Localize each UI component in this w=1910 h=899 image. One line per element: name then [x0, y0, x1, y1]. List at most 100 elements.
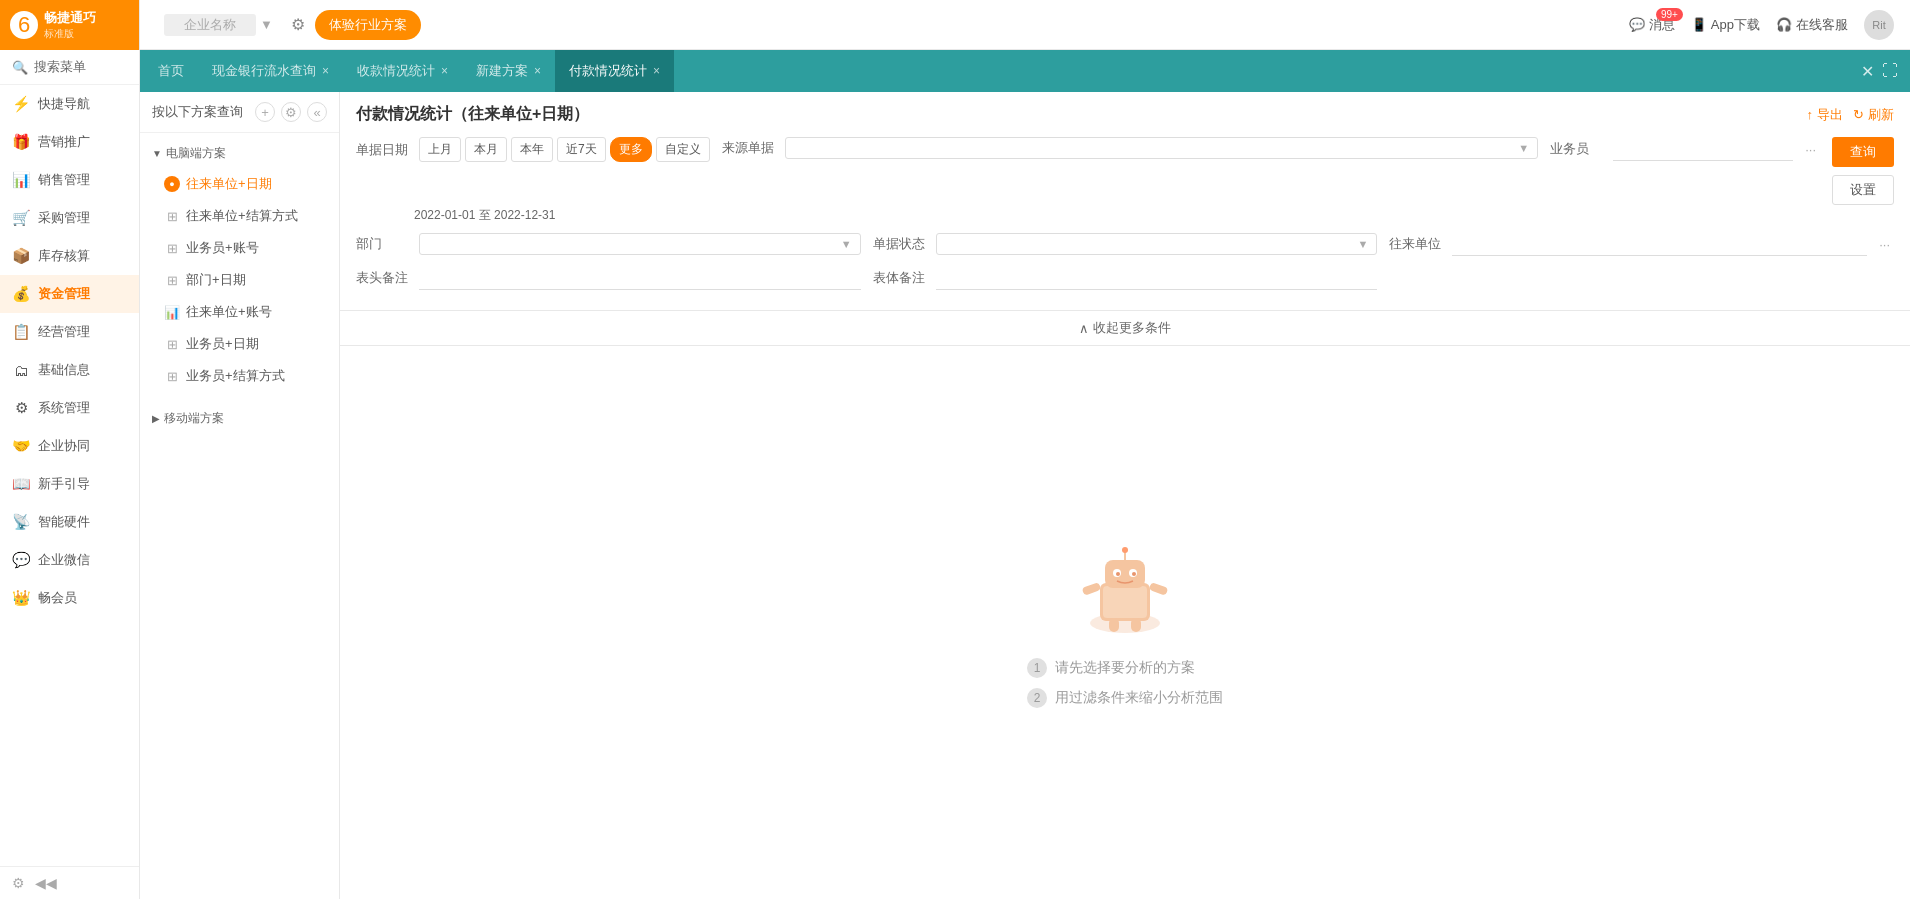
- sidebar-item-marketing[interactable]: 🎁 营销推广: [0, 123, 139, 161]
- sidebar-item-label: 企业协同: [38, 437, 90, 455]
- date-label: 单据日期: [356, 141, 411, 159]
- unit-input[interactable]: [1452, 232, 1867, 256]
- plan-item-staff-settle[interactable]: ⊞ 业务员+结算方式: [140, 360, 339, 392]
- staff-date-icon: ⊞: [164, 336, 180, 352]
- company-selector[interactable]: 企业名称 ▼: [156, 10, 281, 40]
- sidebar-settings-button[interactable]: ⚙: [12, 875, 25, 891]
- collapse-icon: ∧: [1079, 321, 1089, 336]
- topbar-settings-button[interactable]: ⚙: [291, 15, 305, 34]
- mobile-section-title[interactable]: ▶ 移动端方案: [140, 404, 339, 433]
- sidebar-collapse-button[interactable]: ◀◀: [35, 875, 57, 891]
- sidebar-item-guide[interactable]: 📖 新手引导: [0, 465, 139, 503]
- this-year-btn[interactable]: 本年: [511, 137, 553, 162]
- sidebar-item-basic-info[interactable]: 🗂 基础信息: [0, 351, 139, 389]
- filter-area: 付款情况统计（往来单位+日期） ↑ 导出 ↻ 刷新: [340, 92, 1910, 311]
- sidebar-item-funds[interactable]: 💰 资金管理: [0, 275, 139, 313]
- avatar-text: Rit: [1872, 19, 1885, 31]
- sidebar-item-label: 库存核算: [38, 247, 90, 265]
- head-note-input[interactable]: [419, 266, 861, 290]
- trial-button[interactable]: 体验行业方案: [315, 10, 421, 40]
- last-7days-btn[interactable]: 近7天: [557, 137, 606, 162]
- sidebar-item-vip[interactable]: 👑 畅会员: [0, 579, 139, 617]
- plan-item-dept-date[interactable]: ⊞ 部门+日期: [140, 264, 339, 296]
- company-name: 企业名称: [164, 14, 256, 36]
- tab-payment-close[interactable]: ×: [653, 64, 660, 78]
- plan-item-unit-settle[interactable]: ⊞ 往来单位+结算方式: [140, 200, 339, 232]
- funds-icon: 💰: [12, 285, 30, 303]
- sidebar-item-quick-nav[interactable]: ⚡ 快捷导航: [0, 85, 139, 123]
- refresh-button[interactable]: ↻ 刷新: [1853, 106, 1894, 124]
- export-label: 导出: [1817, 106, 1843, 124]
- svg-rect-11: [1149, 582, 1169, 596]
- sidebar-item-inventory[interactable]: 📦 库存核算: [0, 237, 139, 275]
- staff-input[interactable]: [1613, 137, 1793, 161]
- dept-select[interactable]: ▼: [419, 233, 861, 255]
- body-note-input[interactable]: [936, 266, 1378, 290]
- message-button[interactable]: 💬 消息 99+: [1629, 16, 1675, 34]
- company-dropdown-icon: ▼: [260, 17, 273, 32]
- refresh-label: 刷新: [1868, 106, 1894, 124]
- desktop-section-title[interactable]: ▼ 电脑端方案: [140, 139, 339, 168]
- online-service-button[interactable]: 🎧 在线客服: [1776, 16, 1848, 34]
- tab-payment[interactable]: 付款情况统计 ×: [555, 50, 674, 92]
- page-title: 付款情况统计（往来单位+日期）: [356, 104, 589, 125]
- collapse-button[interactable]: ∧ 收起更多条件: [1079, 319, 1171, 337]
- sidebar-item-system[interactable]: ⚙ 系统管理: [0, 389, 139, 427]
- sidebar-item-sales[interactable]: 📊 销售管理: [0, 161, 139, 199]
- tab-bank-close[interactable]: ×: [322, 64, 329, 78]
- tab-payment-label: 付款情况统计: [569, 62, 647, 80]
- sidebar-item-enterprise[interactable]: 🤝 企业协同: [0, 427, 139, 465]
- source-select[interactable]: ▼: [785, 137, 1538, 159]
- export-button[interactable]: ↑ 导出: [1807, 106, 1844, 124]
- tab-expand-button[interactable]: ⛶: [1882, 62, 1898, 80]
- tab-new-plan[interactable]: 新建方案 ×: [462, 50, 555, 92]
- plan-settings-button[interactable]: ⚙: [281, 102, 301, 122]
- custom-btn[interactable]: 自定义: [656, 137, 710, 162]
- staff-account-icon: ⊞: [164, 240, 180, 256]
- tip-1-text: 请先选择要分析的方案: [1055, 659, 1195, 677]
- content-area: 按以下方案查询 + ⚙ « ▼ 电脑端方案 ● 往来单位+日期 ⊞: [140, 92, 1910, 899]
- query-button[interactable]: 查询: [1832, 137, 1894, 167]
- purchase-icon: 🛒: [12, 209, 30, 227]
- dept-date-label: 部门+日期: [186, 271, 246, 289]
- sidebar-item-label: 新手引导: [38, 475, 90, 493]
- panel-collapse-button[interactable]: «: [307, 102, 327, 122]
- search-menu-item[interactable]: 🔍 搜索菜单: [0, 50, 139, 85]
- tab-receipt-close[interactable]: ×: [441, 64, 448, 78]
- status-dropdown-icon: ▼: [1357, 238, 1368, 250]
- plan-item-staff-date[interactable]: ⊞ 业务员+日期: [140, 328, 339, 360]
- empty-tip-1: 1 请先选择要分析的方案: [1027, 658, 1223, 678]
- sidebar-item-purchase[interactable]: 🛒 采购管理: [0, 199, 139, 237]
- app-logo: 6 畅捷通巧 标准版: [0, 0, 139, 50]
- tab-new-plan-close[interactable]: ×: [534, 64, 541, 78]
- tab-close-all-button[interactable]: ✕: [1861, 62, 1874, 81]
- plan-item-staff-account[interactable]: ⊞ 业务员+账号: [140, 232, 339, 264]
- tab-bank[interactable]: 现金银行流水查询 ×: [198, 50, 343, 92]
- tab-home[interactable]: 首页: [144, 50, 198, 92]
- sidebar-item-wechat[interactable]: 💬 企业微信: [0, 541, 139, 579]
- collapse-bar: ∧ 收起更多条件: [340, 311, 1910, 346]
- last-month-btn[interactable]: 上月: [419, 137, 461, 162]
- tab-receipt[interactable]: 收款情况统计 ×: [343, 50, 462, 92]
- sidebar-item-label: 智能硬件: [38, 513, 90, 531]
- staff-account-label: 业务员+账号: [186, 239, 259, 257]
- search-menu-label: 搜索菜单: [34, 58, 86, 76]
- date-range-text: 2022-01-01 至 2022-12-31: [414, 208, 555, 222]
- svg-rect-3: [1105, 560, 1145, 588]
- settings-button[interactable]: 设置: [1832, 175, 1894, 205]
- plan-item-unit-account[interactable]: 📊 往来单位+账号: [140, 296, 339, 328]
- sidebar-item-operations[interactable]: 📋 经营管理: [0, 313, 139, 351]
- app-download-button[interactable]: 📱 App下载: [1691, 16, 1760, 34]
- sidebar-item-hardware[interactable]: 📡 智能硬件: [0, 503, 139, 541]
- plan-item-unit-date[interactable]: ● 往来单位+日期: [140, 168, 339, 200]
- tab-home-label: 首页: [158, 62, 184, 80]
- svg-point-6: [1116, 572, 1120, 576]
- status-select[interactable]: ▼: [936, 233, 1378, 255]
- unit-ellipsis-btn[interactable]: ···: [1875, 233, 1894, 256]
- this-month-btn[interactable]: 本月: [465, 137, 507, 162]
- more-btn[interactable]: 更多: [610, 137, 652, 162]
- staff-ellipsis-btn[interactable]: ···: [1801, 138, 1820, 161]
- add-plan-button[interactable]: +: [255, 102, 275, 122]
- tab-new-plan-label: 新建方案: [476, 62, 528, 80]
- user-avatar[interactable]: Rit: [1864, 10, 1894, 40]
